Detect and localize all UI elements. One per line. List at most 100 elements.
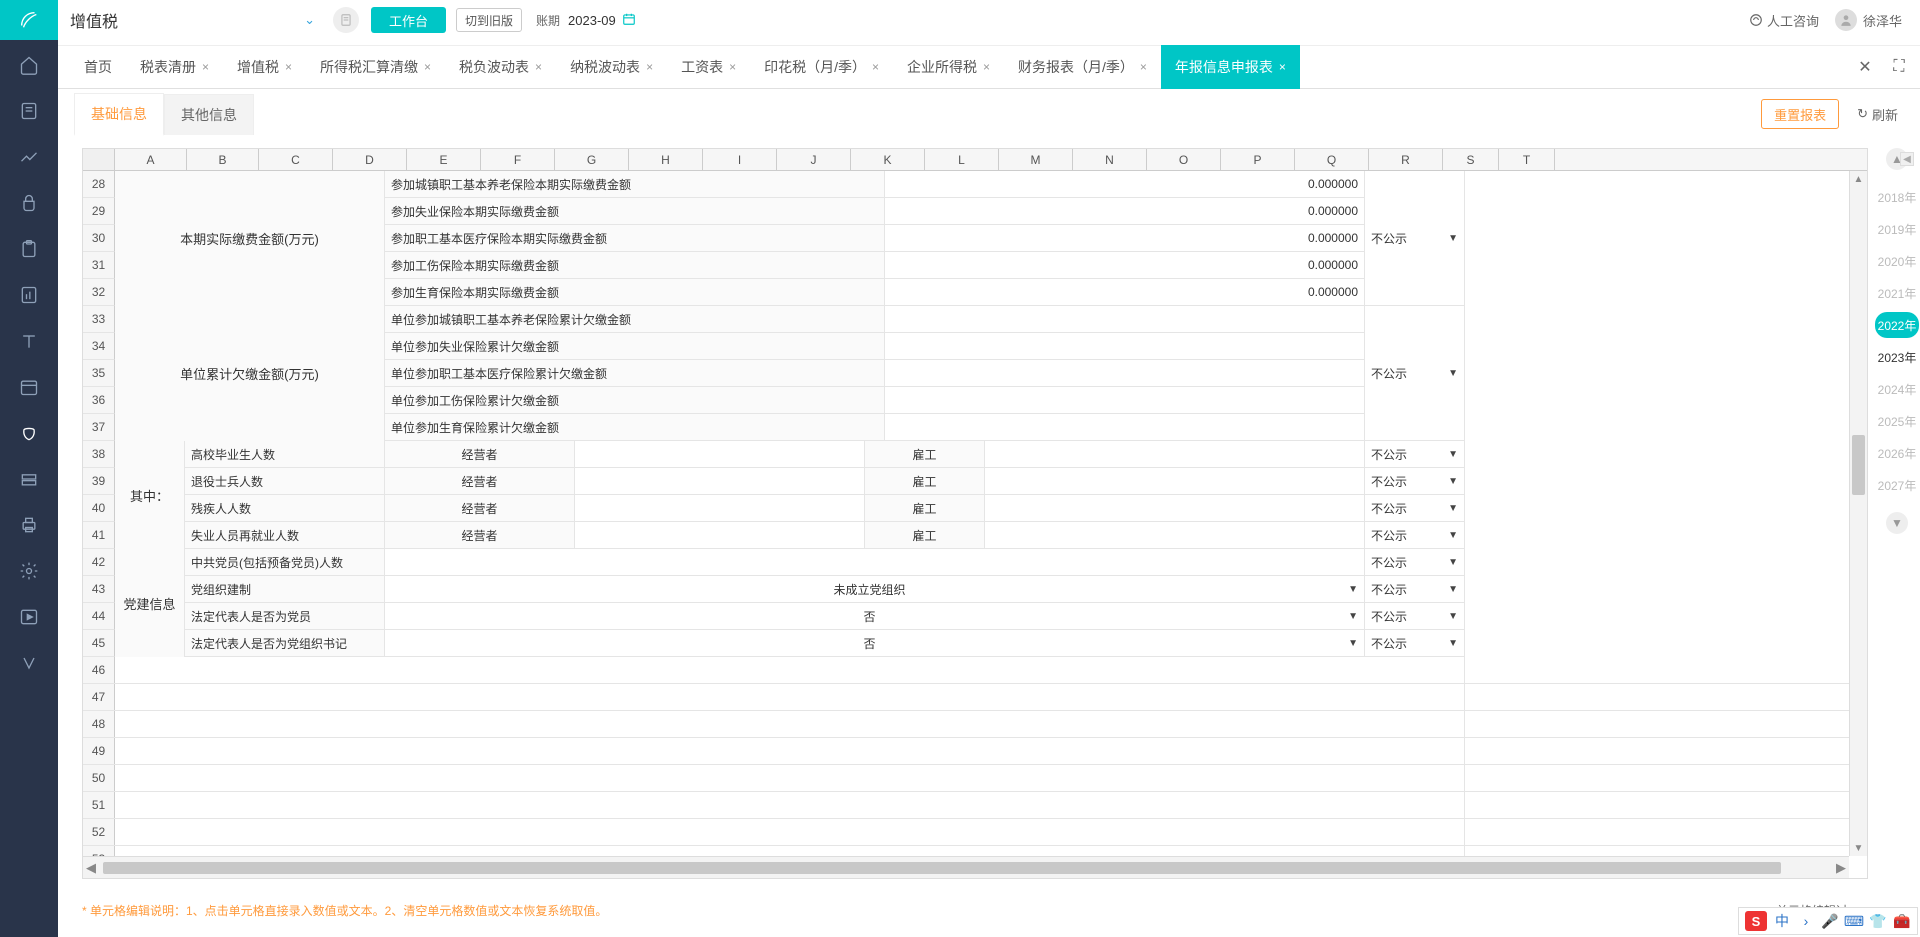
operator-value[interactable] (575, 495, 865, 521)
disclose-dropdown[interactable]: 不公示▼ (1365, 441, 1465, 467)
row-header[interactable]: 45 (83, 630, 115, 657)
column-header[interactable]: G (555, 149, 629, 170)
ime-skin-icon[interactable]: 👕 (1869, 912, 1887, 930)
column-header[interactable]: D (333, 149, 407, 170)
column-header[interactable]: T (1499, 149, 1555, 170)
ime-keyboard-icon[interactable]: ⌨ (1845, 912, 1863, 930)
nav-money-icon[interactable] (18, 192, 40, 214)
operator-value[interactable] (575, 468, 865, 494)
nav-tax-icon[interactable] (18, 422, 40, 444)
nav-text-icon[interactable] (18, 330, 40, 352)
tab-item[interactable]: 税表清册× (126, 45, 223, 89)
empty-cell[interactable] (115, 846, 1465, 856)
column-header[interactable]: L (925, 149, 999, 170)
row-header[interactable]: 53 (83, 846, 115, 856)
period-value[interactable]: 2023-09 (568, 13, 616, 28)
disclose-dropdown[interactable]: 不公示▼ (1365, 171, 1465, 306)
nav-calendar-icon[interactable] (18, 376, 40, 398)
close-icon[interactable]: × (424, 60, 431, 74)
tab-item[interactable]: 工资表× (667, 45, 750, 89)
close-icon[interactable]: × (202, 60, 209, 74)
horizontal-scrollbar[interactable]: ◀ ▶ (83, 856, 1849, 878)
rail-collapse-icon[interactable]: ◀ (1900, 152, 1914, 166)
nav-play-icon[interactable] (18, 606, 40, 628)
expand-icon[interactable]: ⛶ (1884, 52, 1914, 82)
value-cell[interactable] (885, 333, 1365, 359)
vertical-scrollbar[interactable]: ▲ ▼ (1849, 171, 1867, 856)
column-header[interactable]: C (259, 149, 333, 170)
value-cell[interactable]: 0.000000 (885, 279, 1365, 305)
subtab-other[interactable]: 其他信息 (164, 94, 254, 135)
column-header[interactable]: P (1221, 149, 1295, 170)
row-header[interactable]: 47 (83, 684, 115, 710)
disclose-dropdown[interactable]: 不公示▼ (1365, 306, 1465, 441)
app-logo[interactable] (0, 0, 58, 40)
select-all-corner[interactable] (83, 149, 115, 170)
ime-punct-icon[interactable]: › (1797, 912, 1815, 930)
nav-print-icon[interactable] (18, 514, 40, 536)
column-header[interactable]: N (1073, 149, 1147, 170)
close-icon[interactable]: × (535, 60, 542, 74)
username[interactable]: 徐泽华 (1863, 11, 1902, 30)
operator-value[interactable] (575, 441, 865, 467)
year-item[interactable]: 2026年 (1875, 440, 1919, 466)
subtab-basic[interactable]: 基础信息 (74, 93, 164, 136)
column-header[interactable]: J (777, 149, 851, 170)
column-header[interactable]: R (1369, 149, 1443, 170)
year-item[interactable]: 2021年 (1875, 280, 1919, 306)
row-header[interactable]: 48 (83, 711, 115, 737)
nav-archive-icon[interactable] (18, 468, 40, 490)
close-all-tabs-icon[interactable]: ✕ (1850, 52, 1880, 82)
value-cell[interactable]: 0.000000 (885, 225, 1365, 251)
column-header[interactable]: A (115, 149, 187, 170)
tab-item[interactable]: 纳税波动表× (556, 45, 667, 89)
old-version-button[interactable]: 切到旧版 (456, 8, 522, 32)
calendar-icon[interactable] (622, 12, 636, 29)
value-cell[interactable]: 0.000000 (885, 252, 1365, 278)
employee-value[interactable] (985, 522, 1365, 548)
nav-clipboard-icon[interactable] (18, 238, 40, 260)
column-header[interactable]: Q (1295, 149, 1369, 170)
ime-tool-icon[interactable]: 🧰 (1893, 912, 1911, 930)
row-header[interactable]: 51 (83, 792, 115, 818)
empty-cell[interactable] (115, 792, 1465, 818)
ime-lang-icon[interactable]: 中 (1773, 912, 1791, 930)
close-icon[interactable]: × (872, 60, 879, 74)
operator-value[interactable] (575, 522, 865, 548)
row-header[interactable]: 39 (83, 468, 115, 495)
year-item[interactable]: 2020年 (1875, 248, 1919, 274)
vscroll-thumb[interactable] (1852, 435, 1865, 495)
value-dropdown[interactable]: 否▼ (385, 603, 1365, 629)
value-cell[interactable]: 0.000000 (885, 198, 1365, 224)
row-header[interactable]: 43 (83, 576, 115, 603)
year-item[interactable]: 2023年 (1875, 344, 1919, 370)
column-header[interactable]: K (851, 149, 925, 170)
column-header[interactable]: B (187, 149, 259, 170)
year-item[interactable]: 2022年 (1875, 312, 1919, 338)
empty-cell[interactable] (115, 684, 1465, 710)
ime-s-icon[interactable]: S (1745, 911, 1767, 931)
row-header[interactable]: 30 (83, 225, 115, 252)
row-header[interactable]: 32 (83, 279, 115, 306)
value-cell[interactable]: 0.000000 (885, 171, 1365, 197)
value-cell[interactable] (885, 360, 1365, 386)
scroll-left-icon[interactable]: ◀ (83, 860, 99, 876)
empty-cell[interactable] (115, 711, 1465, 737)
employee-value[interactable] (985, 495, 1365, 521)
row-header[interactable]: 49 (83, 738, 115, 764)
consult-link[interactable]: 人工咨询 (1749, 11, 1819, 30)
row-header[interactable]: 34 (83, 333, 115, 360)
disclose-dropdown[interactable]: 不公示▼ (1365, 576, 1465, 602)
row-header[interactable]: 40 (83, 495, 115, 522)
year-item[interactable]: 2025年 (1875, 408, 1919, 434)
nav-ledger-icon[interactable] (18, 100, 40, 122)
row-header[interactable]: 35 (83, 360, 115, 387)
row-header[interactable]: 46 (83, 657, 115, 683)
tab-item[interactable]: 首页 (70, 45, 126, 89)
nav-home-icon[interactable] (18, 54, 40, 76)
tab-item[interactable]: 年报信息申报表× (1161, 45, 1300, 89)
disclose-dropdown[interactable]: 不公示▼ (1365, 495, 1465, 521)
close-icon[interactable]: × (1279, 60, 1286, 74)
value-cell[interactable] (885, 387, 1365, 413)
row-header[interactable]: 29 (83, 198, 115, 225)
